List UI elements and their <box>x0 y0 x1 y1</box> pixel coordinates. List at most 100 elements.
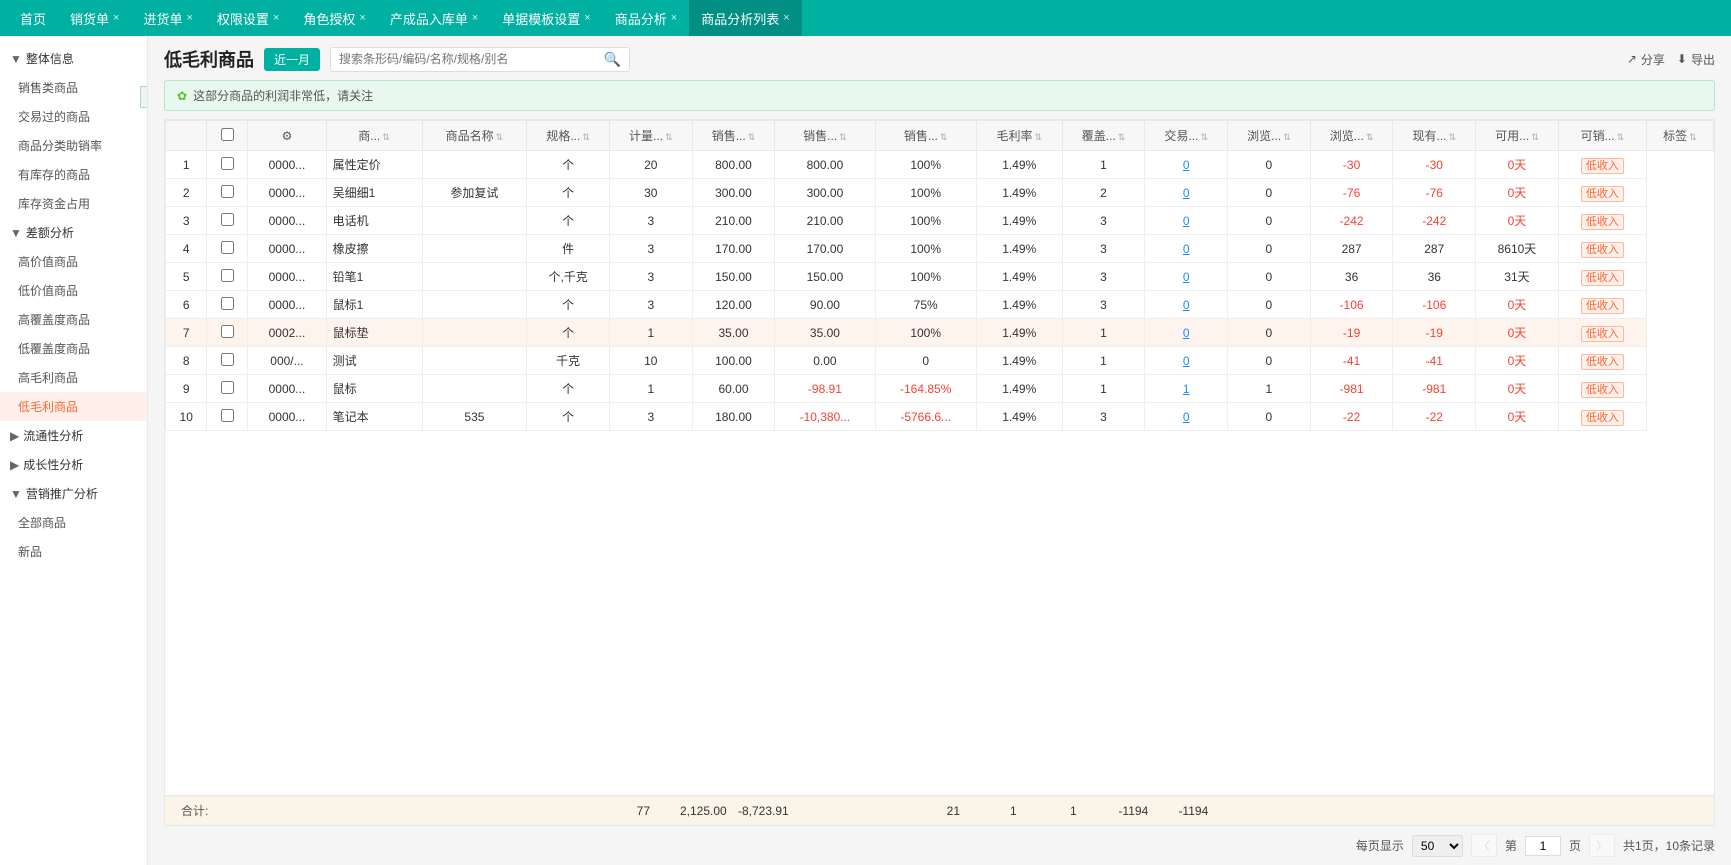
per-page-select[interactable]: 50 100 200 <box>1412 835 1463 857</box>
sidebar-group-growth[interactable]: ▶ 成长性分析 <box>0 450 147 479</box>
cell-view1[interactable]: 0 <box>1145 151 1228 179</box>
next-page-button[interactable]: 〉 <box>1589 834 1615 857</box>
sidebar-item-low-value[interactable]: 低价值商品 <box>0 276 147 305</box>
cell-check[interactable] <box>207 235 248 263</box>
col-name[interactable]: 商品名称⇅ <box>422 121 527 151</box>
col-current[interactable]: 现有...⇅ <box>1393 121 1476 151</box>
close-icon[interactable]: × <box>584 12 590 24</box>
notice-icon: ✿ <box>177 89 187 103</box>
cell-view1[interactable]: 0 <box>1145 207 1228 235</box>
close-icon[interactable]: × <box>472 12 478 24</box>
close-icon[interactable]: × <box>671 12 677 24</box>
sidebar-item-new-products[interactable]: 新品 <box>0 537 147 566</box>
col-cover-rate[interactable]: 覆盖...⇅ <box>1062 121 1145 151</box>
cell-check[interactable] <box>207 347 248 375</box>
col-tag[interactable]: 标签⇅ <box>1646 121 1713 151</box>
sidebar-item-high-value[interactable]: 高价值商品 <box>0 247 147 276</box>
nav-item-analysis[interactable]: 商品分析 × <box>603 0 689 36</box>
sidebar-item-in-stock[interactable]: 有库存的商品 <box>0 160 147 189</box>
sidebar-item-inventory-capital[interactable]: 库存资金占用 <box>0 189 147 218</box>
col-code[interactable]: 商...⇅ <box>326 121 422 151</box>
col-saleable[interactable]: 可销...⇅ <box>1558 121 1646 151</box>
nav-item-products[interactable]: 产成品入库单 × <box>378 0 490 36</box>
cell-name: 橡皮擦 <box>326 235 422 263</box>
sidebar-item-low-coverage[interactable]: 低覆盖度商品 <box>0 334 147 363</box>
col-settings[interactable]: ⚙ <box>248 121 326 151</box>
time-filter-button[interactable]: 近一月 <box>264 48 320 71</box>
cell-cover-rate: 1.49% <box>976 291 1062 319</box>
cell-view1[interactable]: 0 <box>1145 347 1228 375</box>
cell-spec <box>422 263 527 291</box>
cell-view1[interactable]: 0 <box>1145 235 1228 263</box>
select-all-checkbox[interactable] <box>221 128 234 141</box>
sidebar-item-category-rate[interactable]: 商品分类助销率 <box>0 131 147 160</box>
cell-view1[interactable]: 0 <box>1145 263 1228 291</box>
cell-check[interactable] <box>207 403 248 431</box>
cell-check[interactable] <box>207 263 248 291</box>
nav-item-permissions[interactable]: 权限设置 × <box>205 0 291 36</box>
cell-check[interactable] <box>207 179 248 207</box>
sidebar-group-flow[interactable]: ▶ 流通性分析 <box>0 421 147 450</box>
cell-sales-price: 120.00 <box>692 291 775 319</box>
sidebar-item-traded[interactable]: 交易过的商品 <box>0 102 147 131</box>
table-row: 9 0000... 鼠标 个 1 60.00 -98.91 -164.85% 1… <box>166 375 1714 403</box>
page-number-input[interactable] <box>1525 836 1561 856</box>
sidebar-group-marketing[interactable]: ▼ 营销推广分析 <box>0 479 147 508</box>
cell-available: -76 <box>1393 179 1476 207</box>
share-button[interactable]: ↗ 分享 <box>1627 51 1665 68</box>
export-button[interactable]: ⬇ 导出 <box>1677 51 1715 68</box>
sidebar-collapse-button[interactable]: 《 <box>140 86 148 108</box>
cell-current: 287 <box>1310 235 1393 263</box>
close-icon[interactable]: × <box>359 12 365 24</box>
col-sales-price[interactable]: 销售...⇅ <box>775 121 875 151</box>
cell-view1[interactable]: 1 <box>1145 375 1228 403</box>
sidebar-group-overall[interactable]: ▼ 整体信息 <box>0 44 147 73</box>
sidebar-item-high-coverage[interactable]: 高覆盖度商品 <box>0 305 147 334</box>
cell-check[interactable] <box>207 319 248 347</box>
col-sales-amount[interactable]: 销售...⇅ <box>875 121 976 151</box>
col-tx-count[interactable]: 交易...⇅ <box>1145 121 1228 151</box>
close-icon[interactable]: × <box>783 12 789 24</box>
nav-item-roles[interactable]: 角色授权 × <box>291 0 377 36</box>
nav-item-templates[interactable]: 单据模板设置 × <box>490 0 602 36</box>
close-icon[interactable]: × <box>273 12 279 24</box>
nav-item-home[interactable]: 首页 <box>8 0 58 36</box>
cell-seq: 7 <box>166 319 207 347</box>
cell-check[interactable] <box>207 207 248 235</box>
search-input[interactable] <box>339 52 604 66</box>
col-view1[interactable]: 浏览...⇅ <box>1228 121 1311 151</box>
col-gross-rate[interactable]: 毛利率⇅ <box>976 121 1062 151</box>
col-sales-qty[interactable]: 销售...⇅ <box>692 121 775 151</box>
close-icon[interactable]: × <box>113 12 119 24</box>
cell-check[interactable] <box>207 291 248 319</box>
cell-view1[interactable]: 0 <box>1145 291 1228 319</box>
col-available[interactable]: 可用...⇅ <box>1476 121 1559 151</box>
col-spec[interactable]: 规格...⇅ <box>527 121 610 151</box>
cell-available: 36 <box>1393 263 1476 291</box>
prev-page-button[interactable]: 〈 <box>1471 834 1497 857</box>
close-icon[interactable]: × <box>186 12 192 24</box>
cell-tag: 低收入 <box>1558 235 1646 263</box>
cell-check[interactable] <box>207 375 248 403</box>
total-pages-label: 共1页，10条记录 <box>1623 837 1715 854</box>
nav-item-sales[interactable]: 销货单 × <box>58 0 131 36</box>
sidebar-item-sales-products[interactable]: 销售类商品 <box>0 73 147 102</box>
col-view2[interactable]: 浏览...⇅ <box>1310 121 1393 151</box>
cell-current: -22 <box>1310 403 1393 431</box>
col-check[interactable] <box>207 121 248 151</box>
sidebar-item-all-products[interactable]: 全部商品 <box>0 508 147 537</box>
col-unit[interactable]: 计量...⇅ <box>609 121 692 151</box>
cell-view1[interactable]: 0 <box>1145 179 1228 207</box>
cell-check[interactable] <box>207 151 248 179</box>
sidebar-item-low-margin[interactable]: 低毛利商品 <box>0 392 147 421</box>
table-row: 2 0000... 吴细细1 参加复试 个 30 300.00 300.00 1… <box>166 179 1714 207</box>
cell-view1[interactable]: 0 <box>1145 319 1228 347</box>
search-icon[interactable]: 🔍 <box>604 51 621 68</box>
cell-sales-qty: 3 <box>609 291 692 319</box>
nav-item-purchase[interactable]: 进货单 × <box>131 0 204 36</box>
nav-item-analysis-list[interactable]: 商品分析列表 × <box>689 0 801 36</box>
content-area: 低毛利商品 近一月 🔍 ↗ 分享 ⬇ 导出 ✿ 这部分商品的利润非常低，请关注 <box>148 36 1731 865</box>
cell-view1[interactable]: 0 <box>1145 403 1228 431</box>
sidebar-group-diff[interactable]: ▼ 差额分析 <box>0 218 147 247</box>
sidebar-item-high-margin[interactable]: 高毛利商品 <box>0 363 147 392</box>
